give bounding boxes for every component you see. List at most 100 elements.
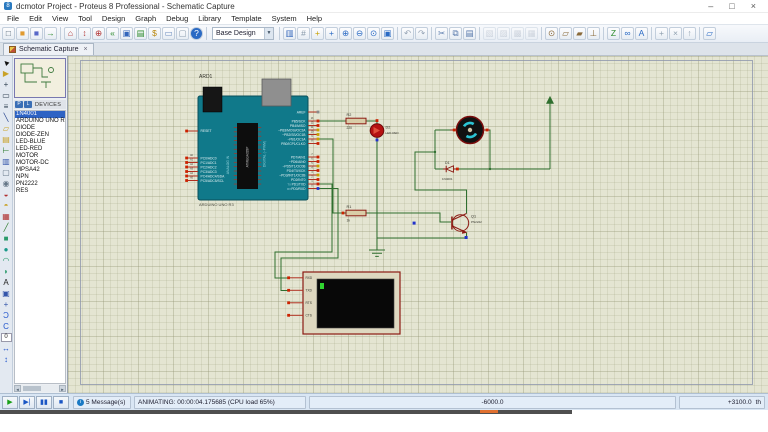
wire[interactable]	[414, 151, 467, 214]
help-button[interactable]: ?	[190, 27, 203, 40]
device-item[interactable]: LED-RED	[15, 146, 65, 153]
pick-parts-button[interactable]: ⊙	[545, 27, 558, 40]
zoom-all-button[interactable]: ⊙	[367, 27, 380, 40]
schematic-overview[interactable]	[14, 58, 66, 98]
block-rotate-button[interactable]: ▩	[511, 27, 524, 40]
minimize-button[interactable]: –	[708, 1, 713, 11]
graph-mode-button[interactable]: ▥	[0, 156, 12, 167]
undo-button[interactable]: ↶	[401, 27, 414, 40]
copy-button[interactable]: ⧉	[449, 27, 462, 40]
device-item[interactable]: MOTOR-DC	[15, 160, 65, 167]
open-design-button[interactable]: ■	[16, 27, 29, 40]
menu-design[interactable]: Design	[97, 14, 130, 23]
device-item[interactable]: LED-BLUE	[15, 139, 65, 146]
menu-view[interactable]: View	[47, 14, 73, 23]
block-move-button[interactable]: ▨	[497, 27, 510, 40]
device-item[interactable]: MOTOR	[15, 153, 65, 160]
gerber-viewer-app-button[interactable]: ▤	[134, 27, 147, 40]
paste-button[interactable]: ▤	[463, 27, 476, 40]
2d-line-mode-button[interactable]: ╱	[0, 222, 12, 233]
ground-symbol[interactable]	[369, 249, 385, 257]
terminals-mode-button[interactable]: ▤	[0, 134, 12, 145]
new-sheet-button[interactable]: ▢	[176, 27, 189, 40]
x-mirror-button[interactable]: ↔	[0, 343, 12, 354]
bill-of-materials-app-button[interactable]: $	[148, 27, 161, 40]
menu-template[interactable]: Template	[226, 14, 266, 23]
new-design-button[interactable]: □	[2, 27, 15, 40]
home-page-button[interactable]: ⌂	[64, 27, 77, 40]
goto-parent-sheet-button[interactable]: ↑	[683, 27, 696, 40]
menu-library[interactable]: Library	[193, 14, 226, 23]
wire[interactable]	[366, 212, 451, 223]
diode-d1[interactable]: D1 1N4001	[442, 161, 459, 181]
design-selector-dropdown[interactable]: Base Design ▼	[212, 27, 274, 40]
wire[interactable]	[484, 129, 491, 169]
device-item[interactable]: PN2222	[15, 181, 65, 188]
edit-design-notes-button[interactable]: ▱	[703, 27, 716, 40]
y-mirror-button[interactable]: ↕	[0, 354, 12, 365]
device-item[interactable]: RES	[15, 188, 65, 195]
stop-button[interactable]: ■	[53, 395, 69, 409]
subcircuit-mode-button[interactable]: ▱	[0, 123, 12, 134]
import-legacy-project-button[interactable]: →	[44, 27, 57, 40]
library-manager-button[interactable]: L	[24, 101, 32, 108]
schematic-canvas[interactable]: ARD1 ATMEGA328P ANALOG IN DIGITAL (~PWM)…	[68, 56, 768, 393]
generator-mode-button[interactable]: ◉	[0, 178, 12, 189]
maximize-button[interactable]: □	[729, 1, 734, 11]
redraw-display-button[interactable]: ▥	[283, 27, 296, 40]
zoom-out-button[interactable]: ⊖	[353, 27, 366, 40]
close-button[interactable]: ×	[751, 1, 756, 11]
toggle-grid-button[interactable]: #	[297, 27, 310, 40]
cut-button[interactable]: ✂	[435, 27, 448, 40]
pause-button[interactable]: ▮▮	[36, 395, 52, 409]
tab-schematic-capture[interactable]: Schematic Capture ×	[3, 43, 94, 55]
play-button[interactable]: ▶	[2, 395, 18, 409]
application-home-button[interactable]: ↕	[78, 27, 91, 40]
remove-sheet-button[interactable]: ×	[669, 27, 682, 40]
schematic-capture-app-button[interactable]: ⊕	[92, 27, 105, 40]
scroll-right-button[interactable]: ►	[59, 385, 66, 392]
led-d2[interactable]: D2 LED-RED	[369, 119, 400, 142]
block-copy-button[interactable]: ▧	[483, 27, 496, 40]
menu-help[interactable]: Help	[302, 14, 327, 23]
virtual-terminal[interactable]: RXD TXD RTS CTS	[287, 271, 401, 335]
3d-viewer-app-button[interactable]: ▣	[120, 27, 133, 40]
design-explorer-app-button[interactable]: ▭	[162, 27, 175, 40]
save-design-button[interactable]: ■	[30, 27, 43, 40]
arduino-uno[interactable]: ARD1 ATMEGA328P ANALOG IN DIGITAL (~PWM)…	[185, 74, 320, 207]
search-and-tag-button[interactable]: ∞	[621, 27, 634, 40]
2d-box-mode-button[interactable]: ■	[0, 233, 12, 244]
pcb-layout-app-button[interactable]: «	[106, 27, 119, 40]
block-delete-button[interactable]: ▦	[525, 27, 538, 40]
new-root-sheet-button[interactable]: +	[655, 27, 668, 40]
wire[interactable]	[366, 120, 378, 124]
step-button[interactable]: ▶|	[19, 395, 35, 409]
center-at-cursor-button[interactable]: +	[325, 27, 338, 40]
packaging-tool-button[interactable]: ▰	[573, 27, 586, 40]
device-item[interactable]: NPN	[15, 174, 65, 181]
menu-debug[interactable]: Debug	[161, 14, 193, 23]
2d-symbol-mode-button[interactable]: ▣	[0, 288, 12, 299]
pick-device-button[interactable]: P	[15, 101, 23, 108]
redo-button[interactable]: ↷	[415, 27, 428, 40]
junction-dot-mode-button[interactable]: +	[0, 79, 12, 90]
power-terminal[interactable]	[546, 95, 554, 104]
rotate-anticlockwise-button[interactable]: C	[0, 321, 12, 332]
zoom-in-button[interactable]: ⊕	[339, 27, 352, 40]
menu-system[interactable]: System	[267, 14, 302, 23]
virtual-instruments-mode-button[interactable]: ▦	[0, 211, 12, 222]
device-item[interactable]: ARDUINO UNO R3	[15, 118, 65, 125]
menu-file[interactable]: File	[2, 14, 24, 23]
wire-label-mode-button[interactable]: ▭	[0, 90, 12, 101]
buses-mode-button[interactable]: ╲	[0, 112, 12, 123]
property-assignment-button[interactable]: A	[635, 27, 648, 40]
2d-marker-mode-button[interactable]: +	[0, 299, 12, 310]
device-item[interactable]: DIODE	[15, 125, 65, 132]
device-item[interactable]: 1N4001	[15, 111, 65, 118]
scrollbar-track[interactable]	[21, 385, 59, 392]
2d-circle-mode-button[interactable]: ●	[0, 244, 12, 255]
wire-autorouter-button[interactable]: Z	[607, 27, 620, 40]
decompose-button[interactable]: ⊥	[587, 27, 600, 40]
menu-graph[interactable]: Graph	[130, 14, 161, 23]
voltage-probe-mode-button[interactable]: ◒	[0, 189, 12, 200]
